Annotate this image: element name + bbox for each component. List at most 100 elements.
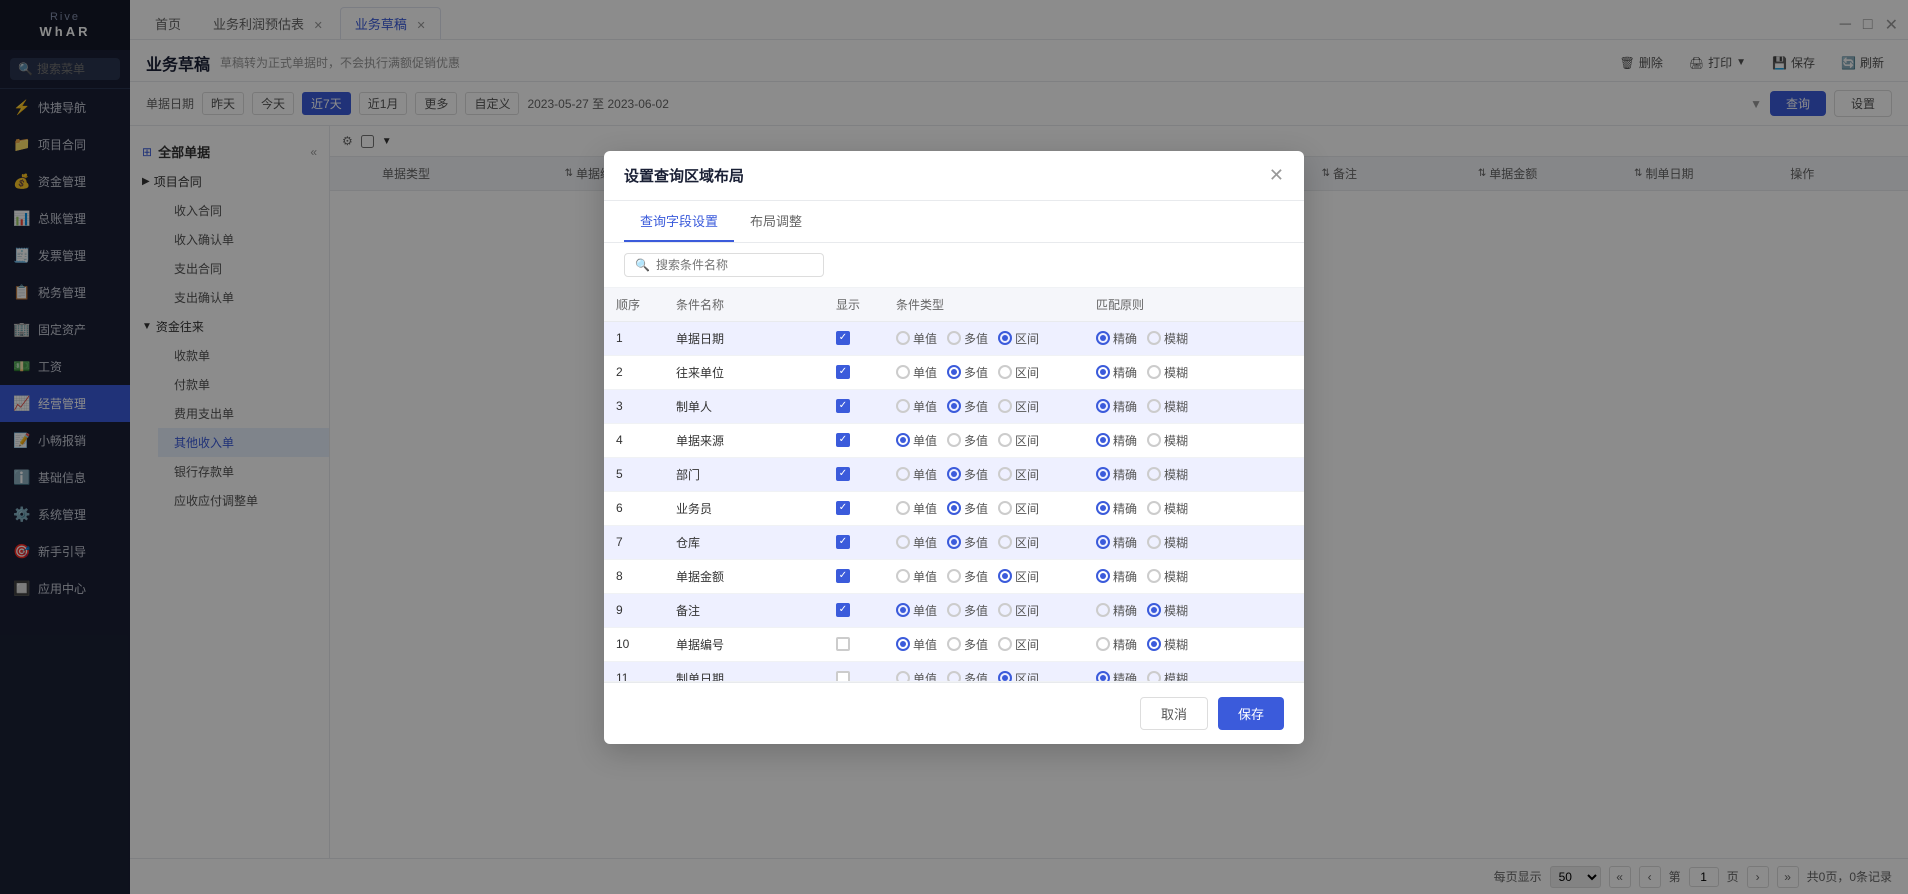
show-checkbox-2[interactable] (836, 365, 850, 379)
radio-single-9[interactable]: 单值 (896, 602, 937, 619)
radio-single-2[interactable]: 单值 (896, 364, 937, 381)
radio-multi-11[interactable]: 多值 (947, 670, 988, 682)
modal-tab-label: 查询字段设置 (640, 214, 718, 229)
radio-single-11[interactable]: 单值 (896, 670, 937, 682)
radio-range-11[interactable]: 区间 (998, 670, 1039, 682)
modal-tab-layout[interactable]: 布局调整 (734, 201, 818, 242)
match-exact-11[interactable]: 精确 (1096, 670, 1137, 682)
show-checkbox-5[interactable] (836, 467, 850, 481)
match-exact-5[interactable]: 精确 (1096, 466, 1137, 483)
modal-cell-show-3[interactable] (824, 391, 884, 421)
match-fuzzy-10[interactable]: 模糊 (1147, 636, 1188, 653)
modal-close-button[interactable]: ✕ (1269, 165, 1284, 186)
radio-single-4[interactable]: 单值 (896, 432, 937, 449)
radio-multi-6[interactable]: 多值 (947, 500, 988, 517)
radio-single-8[interactable]: 单值 (896, 568, 937, 585)
match-fuzzy-6[interactable]: 模糊 (1147, 500, 1188, 517)
match-fuzzy-11[interactable]: 模糊 (1147, 670, 1188, 682)
match-fuzzy-4[interactable]: 模糊 (1147, 432, 1188, 449)
modal-cell-show-10[interactable] (824, 629, 884, 659)
show-checkbox-4[interactable] (836, 433, 850, 447)
cancel-button[interactable]: 取消 (1140, 697, 1208, 730)
modal-cell-type-11: 单值 多值 区间 (884, 662, 1084, 682)
show-checkbox-8[interactable] (836, 569, 850, 583)
radio-multi-4[interactable]: 多值 (947, 432, 988, 449)
modal-cell-show-8[interactable] (824, 561, 884, 591)
radio-multi-7[interactable]: 多值 (947, 534, 988, 551)
modal-cell-name-5: 部门 (664, 458, 824, 491)
radio-range-3[interactable]: 区间 (998, 398, 1039, 415)
modal-cell-match-6: 精确 模糊 (1084, 492, 1284, 525)
radio-range-6[interactable]: 区间 (998, 500, 1039, 517)
radio-single-7[interactable]: 单值 (896, 534, 937, 551)
match-group-2: 精确 模糊 (1096, 364, 1188, 381)
radio-range-10[interactable]: 区间 (998, 636, 1039, 653)
show-checkbox-3[interactable] (836, 399, 850, 413)
radio-single-6[interactable]: 单值 (896, 500, 937, 517)
radio-range-5[interactable]: 区间 (998, 466, 1039, 483)
modal-cell-show-11[interactable] (824, 663, 884, 682)
radio-multi-1[interactable]: 多值 (947, 330, 988, 347)
radio-range-2[interactable]: 区间 (998, 364, 1039, 381)
show-checkbox-7[interactable] (836, 535, 850, 549)
modal-cell-show-6[interactable] (824, 493, 884, 523)
match-group-9: 精确 模糊 (1096, 602, 1188, 619)
match-fuzzy-1[interactable]: 模糊 (1147, 330, 1188, 347)
show-checkbox-6[interactable] (836, 501, 850, 515)
radio-multi-circle-4 (947, 433, 961, 447)
match-exact-3[interactable]: 精确 (1096, 398, 1137, 415)
modal-tab-label: 布局调整 (750, 214, 802, 229)
match-exact-6[interactable]: 精确 (1096, 500, 1137, 517)
match-fuzzy-8[interactable]: 模糊 (1147, 568, 1188, 585)
radio-range-7[interactable]: 区间 (998, 534, 1039, 551)
match-exact-1[interactable]: 精确 (1096, 330, 1137, 347)
match-exact-10[interactable]: 精确 (1096, 636, 1137, 653)
radio-multi-3[interactable]: 多值 (947, 398, 988, 415)
radio-single-1[interactable]: 单值 (896, 330, 937, 347)
radio-multi-2[interactable]: 多值 (947, 364, 988, 381)
radio-multi-8[interactable]: 多值 (947, 568, 988, 585)
match-fuzzy-circle-4 (1147, 433, 1161, 447)
modal-cell-show-5[interactable] (824, 459, 884, 489)
radio-single-3[interactable]: 单值 (896, 398, 937, 415)
match-exact-8[interactable]: 精确 (1096, 568, 1137, 585)
modal-tab-query-fields[interactable]: 查询字段设置 (624, 201, 734, 242)
match-exact-circle-7 (1096, 535, 1110, 549)
match-group-8: 精确 模糊 (1096, 568, 1188, 585)
match-fuzzy-9[interactable]: 模糊 (1147, 602, 1188, 619)
save-modal-button[interactable]: 保存 (1218, 697, 1284, 730)
radio-range-8[interactable]: 区间 (998, 568, 1039, 585)
show-checkbox-11[interactable] (836, 671, 850, 682)
modal-cell-show-1[interactable] (824, 323, 884, 353)
match-fuzzy-2[interactable]: 模糊 (1147, 364, 1188, 381)
radio-range-4[interactable]: 区间 (998, 432, 1039, 449)
radio-single-10[interactable]: 单值 (896, 636, 937, 653)
match-fuzzy-3[interactable]: 模糊 (1147, 398, 1188, 415)
match-exact-4[interactable]: 精确 (1096, 432, 1137, 449)
modal-tabs: 查询字段设置 布局调整 (604, 201, 1304, 243)
modal-cell-show-2[interactable] (824, 357, 884, 387)
radio-multi-10[interactable]: 多值 (947, 636, 988, 653)
radio-multi-5[interactable]: 多值 (947, 466, 988, 483)
match-exact-7[interactable]: 精确 (1096, 534, 1137, 551)
match-fuzzy-circle-11 (1147, 671, 1161, 682)
show-checkbox-10[interactable] (836, 637, 850, 651)
modal-row-3: 3 制单人 单值 (604, 390, 1304, 424)
match-exact-9[interactable]: 精确 (1096, 602, 1137, 619)
radio-multi-9[interactable]: 多值 (947, 602, 988, 619)
modal-row-1: 1 单据日期 单值 (604, 322, 1304, 356)
modal-search-input[interactable] (656, 258, 806, 272)
radio-range-1[interactable]: 区间 (998, 330, 1039, 347)
match-fuzzy-5[interactable]: 模糊 (1147, 466, 1188, 483)
match-exact-2[interactable]: 精确 (1096, 364, 1137, 381)
radio-range-9[interactable]: 区间 (998, 602, 1039, 619)
radio-single-5[interactable]: 单值 (896, 466, 937, 483)
match-fuzzy-7[interactable]: 模糊 (1147, 534, 1188, 551)
modal-cell-show-7[interactable] (824, 527, 884, 557)
show-checkbox-1[interactable] (836, 331, 850, 345)
show-checkbox-9[interactable] (836, 603, 850, 617)
modal-table-header: 顺序 条件名称 显示 条件类型 匹配原则 (604, 288, 1304, 322)
modal-cell-show-4[interactable] (824, 425, 884, 455)
modal-body: 查询字段设置 布局调整 🔍 顺序 (604, 201, 1304, 682)
modal-cell-show-9[interactable] (824, 595, 884, 625)
